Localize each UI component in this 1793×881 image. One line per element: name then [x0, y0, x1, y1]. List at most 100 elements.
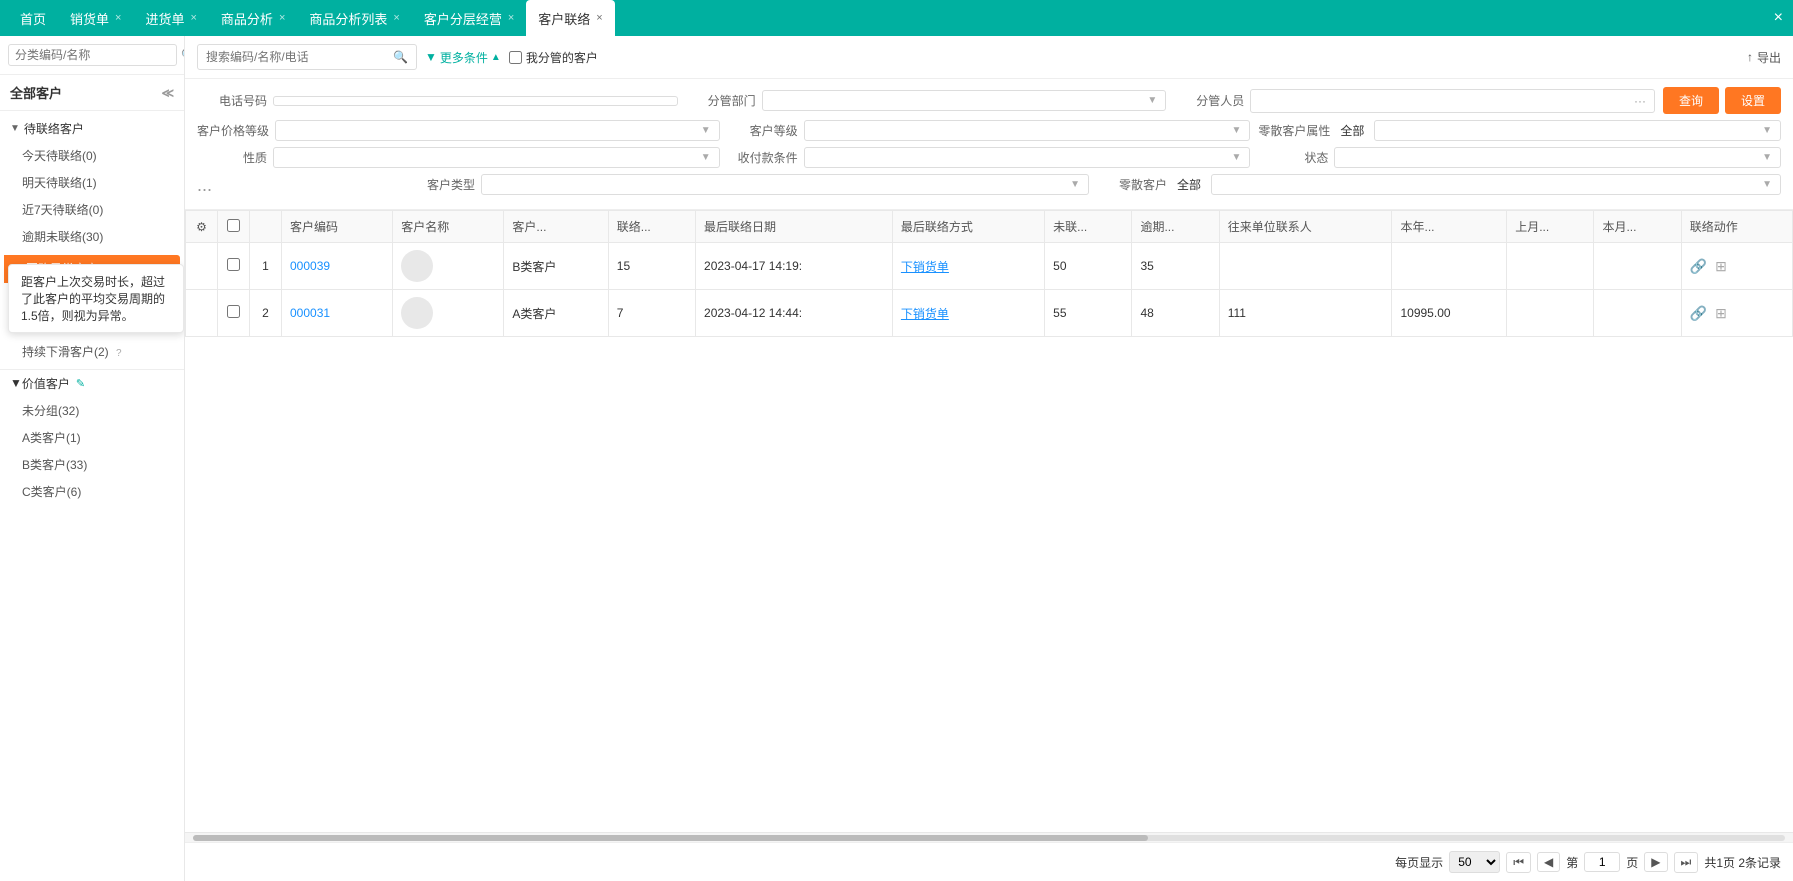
- more-filter-button[interactable]: ...: [197, 176, 212, 194]
- sidebar-item-declining[interactable]: 持续下滑客户(2) ?: [0, 338, 184, 365]
- nav-tab-sales[interactable]: 销货单 ×: [58, 0, 133, 36]
- sidebar-item-ungroup[interactable]: 未分组(32): [0, 397, 184, 424]
- value-customers-group[interactable]: ▼ 价值客户 ✎: [0, 369, 184, 397]
- sidebar-item-tomorrow[interactable]: 明天待联络(1): [0, 169, 184, 196]
- col-code: 客户编码: [282, 211, 393, 243]
- search-input[interactable]: [206, 50, 393, 64]
- sidebar-item-today[interactable]: 今天待联络(0): [0, 142, 184, 169]
- close-customer-layering-icon[interactable]: ×: [508, 12, 514, 24]
- row-last-method-0[interactable]: 下销货单: [892, 243, 1044, 290]
- close-product-analysis-icon[interactable]: ×: [279, 12, 285, 24]
- col-check[interactable]: [218, 211, 250, 243]
- table-row: 2 000031 A类客户 7 2023-04-12 14:44: 下销货单 5…: [186, 290, 1793, 337]
- retail-attribute-chevron-icon: ▼: [1762, 125, 1772, 136]
- scrollbar-track[interactable]: [193, 835, 1785, 841]
- page-size-select[interactable]: 50 100: [1449, 851, 1500, 873]
- pagination-bar: 每页显示 50 100 ⏮ ◀ 第 页 ▶ ⏭ 共1页 2条记录: [185, 842, 1793, 881]
- row-last-method-1[interactable]: 下销货单: [892, 290, 1044, 337]
- prev-page-button[interactable]: ◀: [1537, 852, 1560, 872]
- gender-input[interactable]: ▼: [273, 147, 720, 168]
- status-input[interactable]: ▼: [1334, 147, 1781, 168]
- advanced-filter-panel: 电话号码 分管部门 ▼ 分管人员 ···: [185, 79, 1793, 210]
- first-page-button[interactable]: ⏮: [1506, 852, 1531, 873]
- retail-customer-input[interactable]: ▼: [1211, 174, 1781, 195]
- row-code-1[interactable]: 000031: [282, 290, 393, 337]
- nav-tab-product-list[interactable]: 商品分析列表 ×: [297, 0, 411, 36]
- col-last-date: 最后联络日期: [696, 211, 893, 243]
- horizontal-scrollbar[interactable]: [185, 832, 1793, 842]
- filter-cell-phone: 电话号码: [197, 92, 678, 109]
- filter-cell-status: 状态 ▼: [1258, 147, 1781, 168]
- sidebar-search-icon[interactable]: 🔍: [181, 48, 185, 62]
- close-sales-icon[interactable]: ×: [115, 12, 121, 24]
- filter-cell-more: ...: [197, 176, 397, 194]
- search-icon[interactable]: 🔍: [393, 50, 408, 64]
- declining-help-icon[interactable]: ?: [116, 348, 122, 359]
- main-layout: 🔍 全部客户 ≪ ▼ 待联络客户 今天待联络(0) 明天待联络(1) 近7天待联…: [0, 36, 1793, 881]
- price-level-input[interactable]: ▼: [275, 120, 720, 141]
- col-settings[interactable]: ⚙: [186, 211, 218, 243]
- row-name-0[interactable]: [393, 243, 504, 290]
- action-link-icon-0[interactable]: 🔗: [1690, 258, 1707, 275]
- manager-more-icon[interactable]: ···: [1634, 94, 1646, 108]
- row-this-year-1: 10995.00: [1392, 290, 1507, 337]
- more-conditions-button[interactable]: ▼ 更多条件 ▲: [425, 49, 501, 66]
- last-page-button[interactable]: ⏭: [1674, 852, 1699, 873]
- row-check-0[interactable]: [218, 243, 250, 290]
- sidebar-item-class-c[interactable]: C类客户(6): [0, 478, 184, 505]
- window-close-button[interactable]: ×: [1774, 9, 1783, 27]
- row-settings-1: [186, 290, 218, 337]
- pending-contact-group[interactable]: ▼ 待联络客户: [0, 115, 184, 142]
- select-all-checkbox[interactable]: [227, 219, 240, 232]
- payment-input[interactable]: ▼: [804, 147, 1251, 168]
- next-page-button[interactable]: ▶: [1644, 852, 1667, 872]
- row-check-1[interactable]: [218, 290, 250, 337]
- close-purchase-icon[interactable]: ×: [190, 12, 196, 24]
- row-name-1[interactable]: [393, 290, 504, 337]
- sidebar-search-input[interactable]: [8, 44, 177, 66]
- sidebar-item-class-b[interactable]: B类客户(33): [0, 451, 184, 478]
- sidebar-item-7days[interactable]: 近7天待联络(0): [0, 196, 184, 223]
- row-num-0: 1: [250, 243, 282, 290]
- phone-input[interactable]: [273, 96, 678, 106]
- customer-level-input[interactable]: ▼: [804, 120, 1251, 141]
- setting-button[interactable]: 设置: [1725, 87, 1781, 114]
- value-edit-icon[interactable]: ✎: [76, 377, 85, 390]
- manager-input[interactable]: ···: [1250, 89, 1655, 113]
- action-link-icon-1[interactable]: 🔗: [1690, 305, 1707, 322]
- nav-tab-product-analysis[interactable]: 商品分析 ×: [209, 0, 297, 36]
- my-customer-checkbox[interactable]: [509, 51, 522, 64]
- sidebar-item-overdue[interactable]: 逾期未联络(30): [0, 223, 184, 250]
- nav-tab-purchase[interactable]: 进货单 ×: [133, 0, 208, 36]
- query-button[interactable]: 查询: [1663, 87, 1719, 114]
- close-customer-contact-icon[interactable]: ×: [596, 12, 602, 24]
- nav-tab-customer-contact[interactable]: 客户联络 ×: [526, 0, 614, 36]
- col-action: 联络动作: [1681, 211, 1792, 243]
- row-last-month-1: [1507, 290, 1594, 337]
- row-last-date-0: 2023-04-17 14:19:: [696, 243, 893, 290]
- retail-attribute-input[interactable]: ▼: [1374, 120, 1781, 141]
- page-number-input[interactable]: [1584, 852, 1620, 872]
- row-code-0[interactable]: 000039: [282, 243, 393, 290]
- top-nav: 首页 销货单 × 进货单 × 商品分析 × 商品分析列表 × 客户分层经营 × …: [0, 0, 1793, 36]
- action-grid-icon-1[interactable]: ⊞: [1715, 305, 1727, 322]
- export-button[interactable]: ↑ 导出: [1747, 49, 1781, 66]
- col-last-month: 上月...: [1507, 211, 1594, 243]
- row-last-month-0: [1507, 243, 1594, 290]
- row-contact-person-0: [1219, 243, 1392, 290]
- nav-tab-customer-layering[interactable]: 客户分层经营 ×: [412, 0, 526, 36]
- action-grid-icon-0[interactable]: ⊞: [1715, 258, 1727, 275]
- sidebar-collapse-button[interactable]: ≪: [161, 86, 174, 100]
- customer-type-input[interactable]: ▼: [481, 174, 1089, 195]
- close-product-list-icon[interactable]: ×: [393, 12, 399, 24]
- dept-input[interactable]: ▼: [762, 90, 1167, 111]
- scrollbar-thumb[interactable]: [193, 835, 1148, 841]
- data-table: ⚙ 客户编码 客户名称 客户... 联络... 最后联络日期 最后联络方式 未联…: [185, 210, 1793, 337]
- my-customer-checkbox-wrapper[interactable]: 我分管的客户: [509, 49, 598, 66]
- all-customers-label: 全部客户: [10, 83, 62, 102]
- row-num-1: 2: [250, 290, 282, 337]
- nav-tab-home[interactable]: 首页: [8, 0, 58, 36]
- export-icon: ↑: [1747, 50, 1753, 64]
- price-level-chevron-icon: ▼: [701, 125, 711, 136]
- sidebar-item-class-a[interactable]: A类客户(1): [0, 424, 184, 451]
